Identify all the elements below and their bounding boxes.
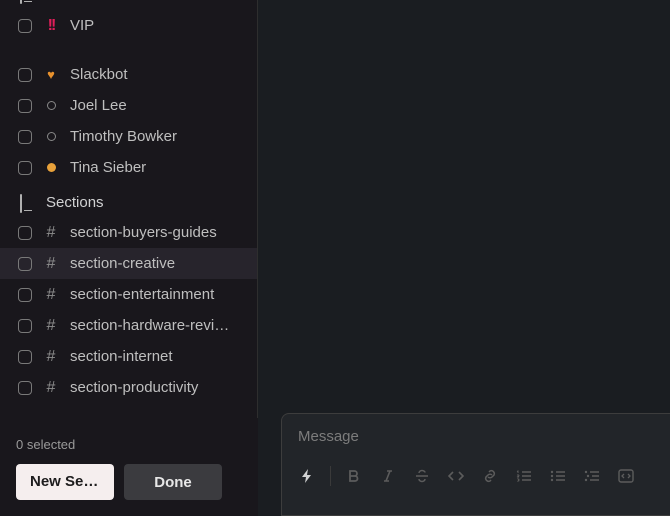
channel-label: section-buyers-guides [70, 224, 257, 241]
checkbox[interactable] [18, 288, 32, 302]
toolbar-separator [330, 466, 331, 486]
exclaim-icon: !! [44, 17, 58, 35]
hash-icon: # [44, 379, 58, 397]
channel-label: section-hardware-revi… [70, 317, 257, 334]
checkbox[interactable] [18, 319, 32, 333]
link-icon[interactable] [475, 461, 505, 491]
code-icon[interactable] [441, 461, 471, 491]
dm-tina-sieber[interactable]: Tina Sieber [0, 152, 257, 183]
sections-header[interactable]: Sections [0, 187, 257, 217]
footer-buttons: New Sec… Done [16, 464, 242, 500]
checkbox[interactable] [18, 161, 32, 175]
heart-icon: ♥ [44, 67, 58, 82]
hash-icon: # [44, 224, 58, 242]
channel-creative[interactable]: # section-creative [0, 248, 257, 279]
channel-internet[interactable]: # section-internet [0, 341, 257, 372]
dm-joel-lee[interactable]: Joel Lee [0, 90, 257, 121]
lightning-icon[interactable] [292, 461, 322, 491]
message-composer: Message [281, 413, 670, 516]
channel-label: section-entertainment [70, 286, 257, 303]
presence-offline-icon [44, 101, 58, 110]
checkbox[interactable] [18, 257, 32, 271]
channel-label: section-creative [70, 255, 257, 272]
channel-label: section-internet [70, 348, 257, 365]
code-block-icon[interactable] [611, 461, 641, 491]
channel-hardware-reviews[interactable]: # section-hardware-revi… [0, 310, 257, 341]
channel-entertainment[interactable]: # section-entertainment [0, 279, 257, 310]
strikethrough-icon[interactable] [407, 461, 437, 491]
sidebar-scroll: Sections !! VIP ♥ Slackbot Joel Lee Timo… [0, 0, 258, 418]
hash-icon: # [44, 317, 58, 335]
checkbox[interactable] [18, 350, 32, 364]
checkbox[interactable] [18, 19, 32, 33]
indent-list-icon[interactable] [577, 461, 607, 491]
hash-icon: # [44, 286, 58, 304]
done-button[interactable]: Done [124, 464, 222, 500]
group-vip[interactable]: !! VIP [0, 10, 257, 41]
bold-icon[interactable] [339, 461, 369, 491]
sidebar: Sections !! VIP ♥ Slackbot Joel Lee Timo… [0, 0, 258, 516]
sidebar-footer: 0 selected New Sec… Done [0, 425, 258, 516]
channel-label: section-productivity [70, 379, 257, 396]
checkbox[interactable] [18, 226, 32, 240]
italic-icon[interactable] [373, 461, 403, 491]
top-sections-header[interactable]: Sections [0, 0, 257, 8]
dm-label: Slackbot [70, 66, 257, 83]
composer-toolbar [282, 455, 670, 497]
checkbox[interactable] [18, 68, 32, 82]
dm-label: Joel Lee [70, 97, 257, 114]
selected-count: 0 selected [16, 437, 242, 452]
channel-productivity[interactable]: # section-productivity [0, 372, 257, 403]
dm-slackbot[interactable]: ♥ Slackbot [0, 59, 257, 90]
hash-icon: # [44, 348, 58, 366]
channel-buyers-guides[interactable]: # section-buyers-guides [0, 217, 257, 248]
presence-away-icon [44, 163, 58, 172]
checkbox[interactable] [18, 381, 32, 395]
message-input[interactable]: Message [282, 414, 670, 455]
group-label: VIP [70, 17, 257, 34]
sections-label: Sections [46, 0, 104, 2]
hash-icon: # [44, 255, 58, 273]
sections-label: Sections [46, 194, 104, 211]
bullet-list-icon[interactable] [543, 461, 573, 491]
checkbox[interactable] [18, 130, 32, 144]
dm-timothy-bowker[interactable]: Timothy Bowker [0, 121, 257, 152]
dm-label: Timothy Bowker [70, 128, 257, 145]
ordered-list-icon[interactable] [509, 461, 539, 491]
checkbox[interactable] [18, 99, 32, 113]
dm-label: Tina Sieber [70, 159, 257, 176]
monitor-icon [20, 195, 36, 209]
new-section-button[interactable]: New Sec… [16, 464, 114, 500]
presence-offline-icon [44, 132, 58, 141]
